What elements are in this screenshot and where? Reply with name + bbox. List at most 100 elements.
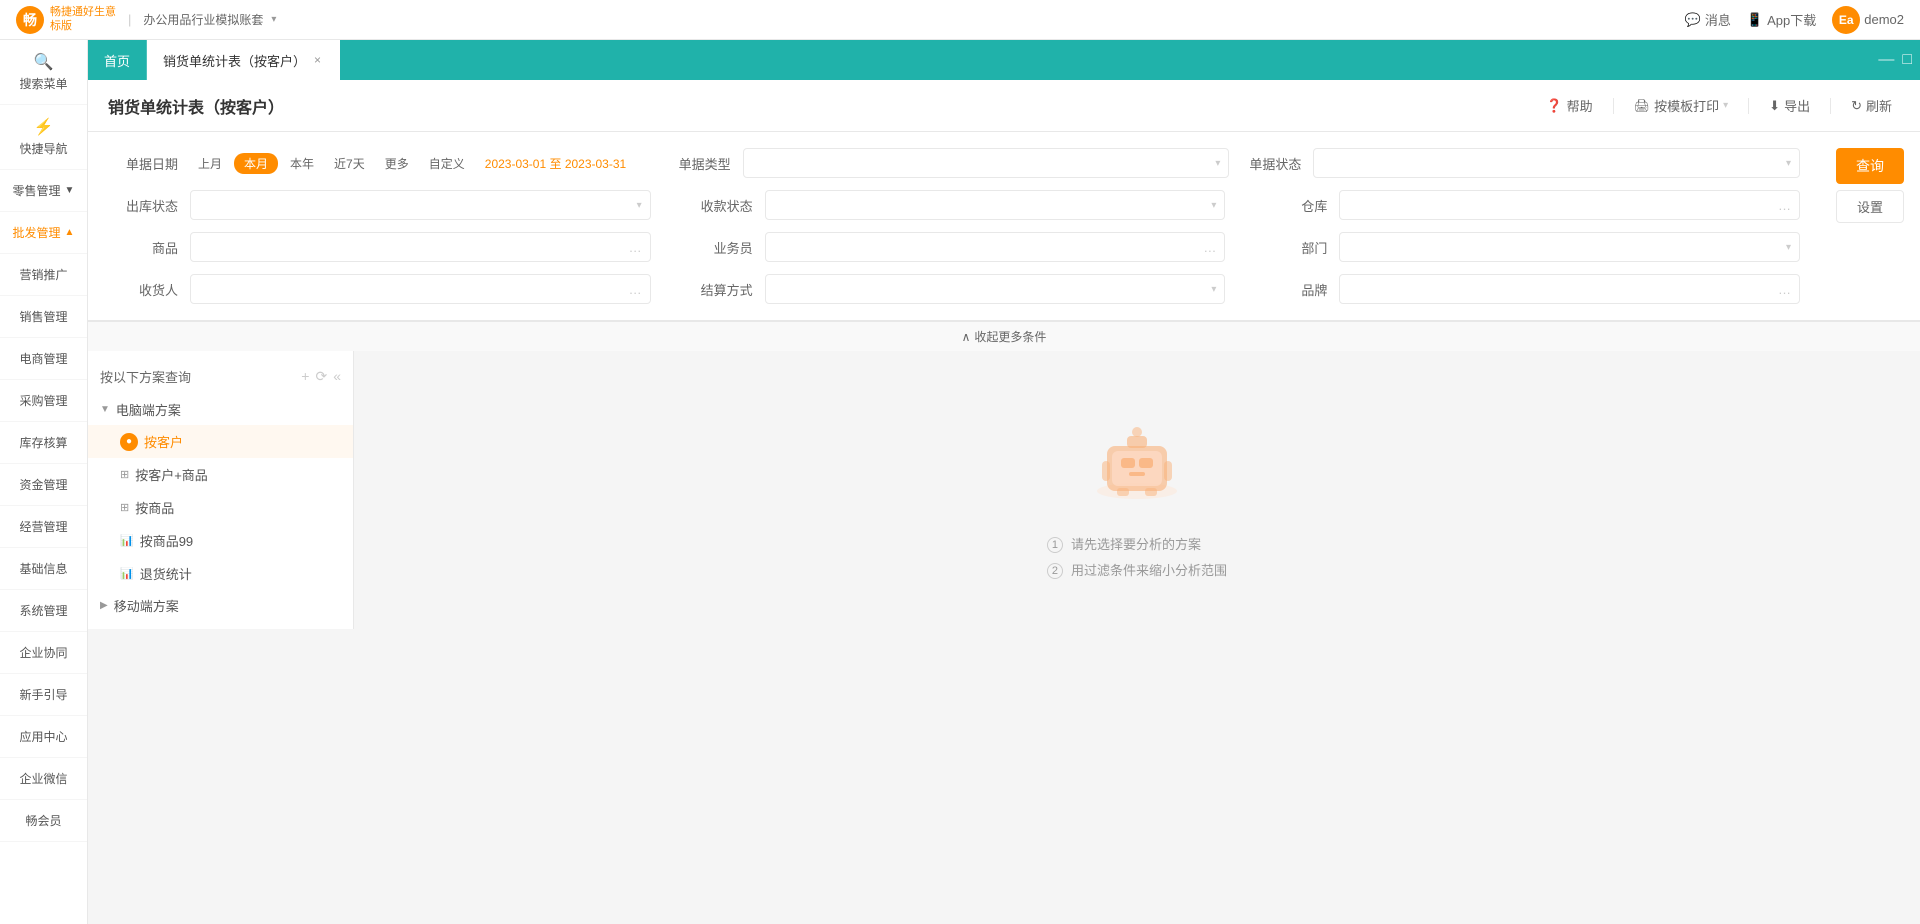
department-label: 部门	[1257, 238, 1327, 257]
refresh-scheme-icon[interactable]: ⟳	[315, 368, 327, 385]
goods-field[interactable]: …	[190, 232, 651, 262]
left-panel-title: 按以下方案查询	[100, 367, 191, 386]
sidebar-item-collab[interactable]: 企业协同	[0, 632, 87, 674]
sidebar-item-search[interactable]: 🔍 搜索菜单	[0, 40, 87, 105]
warehouse-label: 仓库	[1257, 196, 1327, 215]
scheme-item-goods[interactable]: ⊞ 按商品	[88, 491, 353, 524]
sidebar-item-member[interactable]: 畅会员	[0, 800, 87, 842]
sidebar-item-wholesale[interactable]: 批发管理 ▲	[0, 212, 87, 254]
brand-field[interactable]: …	[1339, 274, 1800, 304]
refresh-button[interactable]: ↻ 刷新	[1843, 92, 1900, 119]
help-icon: ❓	[1546, 98, 1562, 114]
sidebar-item-basics[interactable]: 基础信息	[0, 548, 87, 590]
window-maximize-icon[interactable]: □	[1902, 51, 1912, 69]
payment-method-select[interactable]: ▾	[765, 274, 1226, 304]
department-select[interactable]: ▾	[1339, 232, 1800, 262]
date-tab-last-month[interactable]: 上月	[190, 153, 230, 174]
sidebar-item-finance[interactable]: 资金管理	[0, 464, 87, 506]
collapse-up-icon: ∧	[962, 330, 971, 344]
app-title-dropdown[interactable]: ▾	[271, 14, 276, 25]
collapse-bar[interactable]: ∧ 收起更多条件	[88, 321, 1920, 351]
left-panel-actions: + ⟳ «	[301, 368, 341, 385]
scheme-mobile-arrow: ▶	[100, 600, 108, 611]
empty-illustration	[1077, 396, 1197, 516]
add-scheme-icon[interactable]: +	[301, 368, 309, 385]
user-area[interactable]: Ea demo2	[1832, 6, 1904, 34]
user-avatar: Ea	[1832, 6, 1860, 34]
payment-method-label: 结算方式	[683, 280, 753, 299]
message-icon: 💬	[1685, 12, 1701, 28]
empty-hint-1: 1 请先选择要分析的方案	[1047, 532, 1227, 558]
page-header: 销货单统计表（按客户） ❓ 帮助 🖨 按模板打印 ▾	[88, 80, 1920, 132]
collapse-scheme-icon[interactable]: «	[333, 368, 341, 385]
order-type-select[interactable]: ▾	[743, 148, 1230, 178]
date-tab-more[interactable]: 更多	[377, 153, 417, 174]
settings-button[interactable]: 设置	[1836, 190, 1904, 223]
app-download-button[interactable]: 📱 App下载	[1747, 10, 1816, 29]
sidebar-item-retail[interactable]: 零售管理 ▼	[0, 170, 87, 212]
window-minimize-icon[interactable]: —	[1878, 51, 1894, 69]
date-tab-custom[interactable]: 自定义	[421, 153, 473, 174]
logo-area: 畅 畅捷通好生意 标版	[16, 6, 116, 34]
filter-row-2: 出库状态 ▾ 收款状态 ▾ 仓库	[108, 190, 1800, 220]
sidebar-item-inventory[interactable]: 库存核算	[0, 422, 87, 464]
tab-home[interactable]: 首页	[88, 40, 147, 80]
order-type-arrow: ▾	[1215, 158, 1220, 169]
date-tabs: 上月 本月 本年 近7天 更多 自定义	[190, 153, 473, 174]
salesperson-field[interactable]: …	[765, 232, 1226, 262]
main-section: 按以下方案查询 + ⟳ « ▼ 电脑端方案	[88, 351, 1920, 629]
filter-buttons: 查询 设置	[1820, 132, 1920, 239]
out-status-select[interactable]: ▾	[190, 190, 651, 220]
search-icon: 🔍	[4, 52, 83, 72]
payment-status-select[interactable]: ▾	[765, 190, 1226, 220]
message-button[interactable]: 💬 消息	[1685, 10, 1731, 29]
collapse-label: 收起更多条件	[974, 328, 1046, 345]
sidebar-item-ecommerce[interactable]: 电商管理	[0, 338, 87, 380]
consignee-field[interactable]: …	[190, 274, 651, 304]
scheme-item-goods99[interactable]: 📊 按商品99	[88, 524, 353, 557]
help-button[interactable]: ❓ 帮助	[1538, 92, 1600, 119]
export-button[interactable]: ⬇ 导出	[1761, 92, 1818, 119]
app-container: 畅 畅捷通好生意 标版 | 办公用品行业模拟账套 ▾ 💬 消息 📱 App下载 …	[0, 0, 1920, 924]
sidebar-item-operations[interactable]: 经营管理	[0, 506, 87, 548]
query-button[interactable]: 查询	[1836, 148, 1904, 184]
scheme-desktop-header[interactable]: ▼ 电脑端方案	[88, 394, 353, 425]
date-tab-this-month[interactable]: 本月	[234, 153, 278, 174]
sidebar-item-sales[interactable]: 销售管理	[0, 296, 87, 338]
tab-close-icon[interactable]: ×	[312, 51, 323, 69]
sidebar-item-marketing[interactable]: 营销推广	[0, 254, 87, 296]
scheme-desktop-label: 电脑端方案	[116, 400, 181, 419]
order-status-select[interactable]: ▾	[1313, 148, 1800, 178]
top-bar-left: 畅 畅捷通好生意 标版 | 办公用品行业模拟账套 ▾	[16, 6, 276, 34]
sidebar-item-purchase[interactable]: 采购管理	[0, 380, 87, 422]
print-arrow-icon: ▾	[1723, 100, 1728, 111]
scheme-item-customer[interactable]: ● 按客户	[88, 425, 353, 458]
date-tab-7days[interactable]: 近7天	[326, 153, 373, 174]
sidebar-item-system[interactable]: 系统管理	[0, 590, 87, 632]
scheme-item-customer-goods[interactable]: ⊞ 按客户+商品	[88, 458, 353, 491]
filter-and-actions: 单据日期 上月 本月 本年 近7天 更多 自定义 20	[88, 132, 1920, 321]
date-tab-this-year[interactable]: 本年	[282, 153, 322, 174]
sidebar-item-wechat[interactable]: 企业微信	[0, 758, 87, 800]
top-bar-right: 💬 消息 📱 App下载 Ea demo2	[1685, 6, 1904, 34]
divider-3	[1830, 98, 1831, 114]
scheme-mobile-header[interactable]: ▶ 移动端方案	[88, 590, 353, 621]
scheme-goods-icon: ⊞	[120, 501, 129, 514]
sidebar-item-quick-nav[interactable]: ⚡ 快捷导航	[0, 105, 87, 170]
app-download-icon: 📱	[1747, 12, 1763, 28]
print-button[interactable]: 🖨 按模板打印 ▾	[1626, 92, 1737, 119]
page-actions: ❓ 帮助 🖨 按模板打印 ▾ ⬇ 导出	[1538, 92, 1900, 119]
active-tab-label: 销货单统计表（按客户）	[163, 51, 306, 70]
tab-active[interactable]: 销货单统计表（按客户） ×	[147, 40, 340, 80]
tab-bar: 首页 销货单统计表（按客户） × — □	[88, 40, 1920, 80]
sidebar-item-guide[interactable]: 新手引导	[0, 674, 87, 716]
refresh-icon: ↻	[1851, 98, 1862, 114]
filter-panel: 单据日期 上月 本月 本年 近7天 更多 自定义 20	[88, 132, 1920, 321]
scheme-desktop-group: ▼ 电脑端方案 ● 按客户	[88, 394, 353, 590]
scheme-item-returns[interactable]: 📊 退货统计	[88, 557, 353, 590]
date-filter-value: 上月 本月 本年 近7天 更多 自定义 2023-03-01 至 2023-03…	[190, 153, 659, 174]
sidebar-item-apps[interactable]: 应用中心	[0, 716, 87, 758]
warehouse-field[interactable]: …	[1339, 190, 1800, 220]
scheme-goods99-icon: 📊	[120, 534, 134, 547]
retail-arrow-icon: ▼	[65, 185, 75, 196]
